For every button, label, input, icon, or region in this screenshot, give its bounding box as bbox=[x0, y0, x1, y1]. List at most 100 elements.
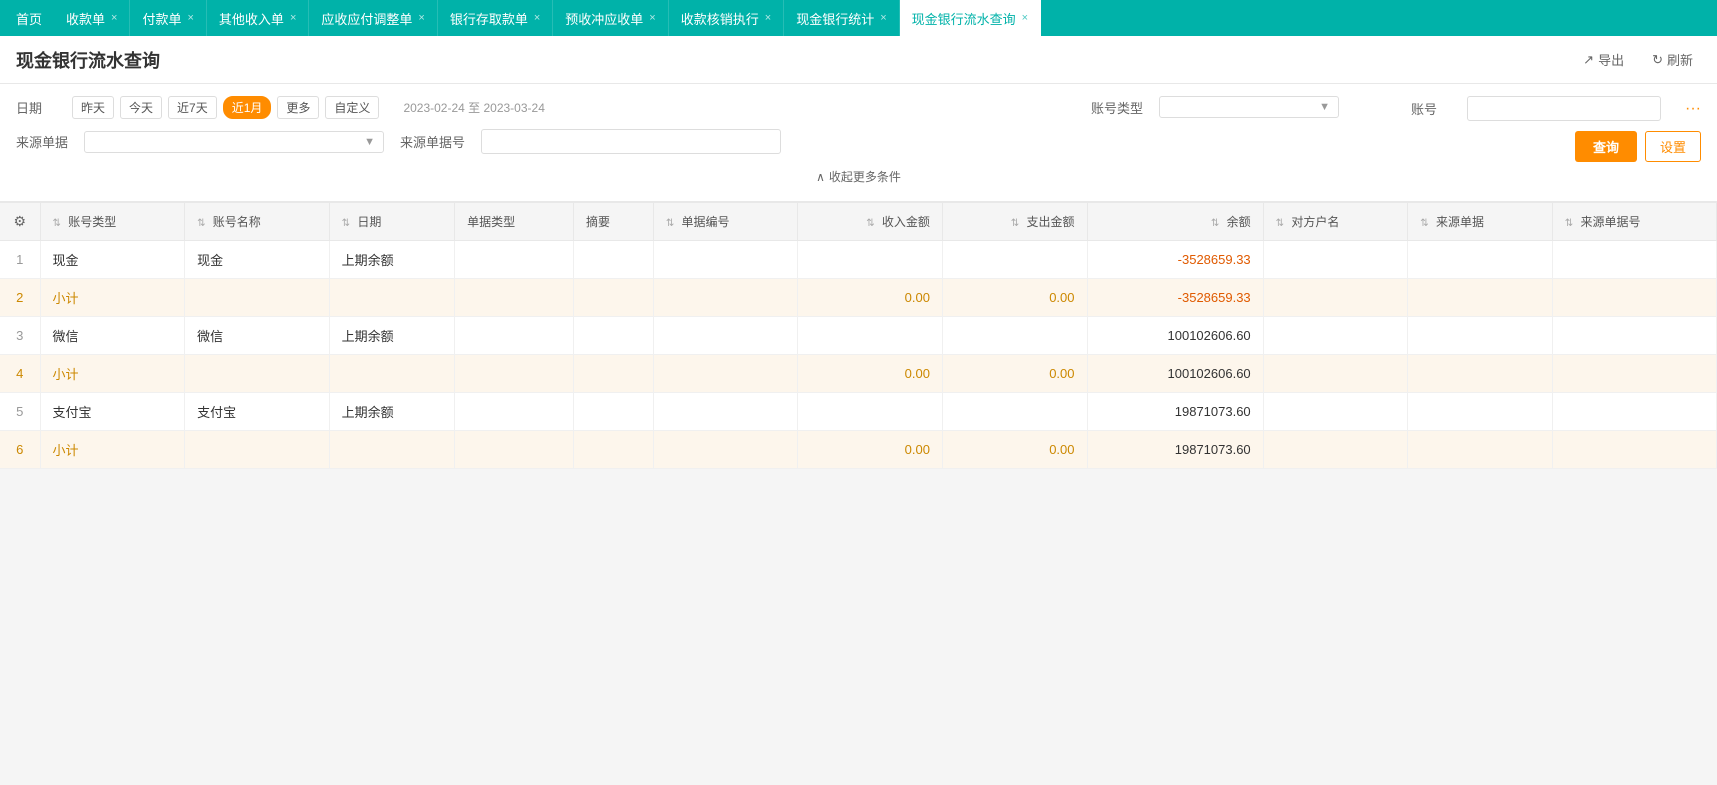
date-label: 日期 bbox=[16, 98, 56, 117]
cell-account-name: 支付宝 bbox=[185, 393, 330, 431]
collapse-row: ∧ 收起更多条件 bbox=[16, 162, 1701, 189]
settings-button[interactable]: 设置 bbox=[1645, 131, 1701, 162]
cell-income-amount bbox=[798, 317, 943, 355]
chevron-down-icon: ▼ bbox=[1319, 101, 1330, 113]
th-source-doc[interactable]: ⇅ 来源单据 bbox=[1408, 203, 1553, 241]
cell-income-amount bbox=[798, 241, 943, 279]
close-icon[interactable]: × bbox=[765, 12, 771, 24]
nav-tab-ysyftz[interactable]: 应收应付调整单 × bbox=[309, 0, 437, 36]
export-button[interactable]: ↗ 导出 bbox=[1575, 46, 1632, 73]
date-btn-1month[interactable]: 近1月 bbox=[223, 96, 272, 119]
date-btn-yesterday[interactable]: 昨天 bbox=[72, 96, 114, 119]
cell-source-doc-number bbox=[1552, 431, 1716, 469]
cell-index: 5 bbox=[0, 393, 40, 431]
th-account-type[interactable]: ⇅ 账号类型 bbox=[40, 203, 185, 241]
nav-tab-yhcqk[interactable]: 银行存取款单 × bbox=[438, 0, 553, 36]
date-btn-custom[interactable]: 自定义 bbox=[325, 96, 379, 119]
cell-date: 上期余额 bbox=[329, 317, 454, 355]
th-account-name[interactable]: ⇅ 账号名称 bbox=[185, 203, 330, 241]
cell-income-amount: 0.00 bbox=[798, 431, 943, 469]
account-more-button[interactable]: ··· bbox=[1685, 100, 1701, 118]
cell-counterpart-name bbox=[1263, 241, 1408, 279]
close-icon[interactable]: × bbox=[880, 12, 886, 24]
nav-tab-xjyhtj[interactable]: 现金银行统计 × bbox=[784, 0, 899, 36]
cell-account-type: 现金 bbox=[40, 241, 185, 279]
close-icon[interactable]: × bbox=[187, 12, 193, 24]
nav-tab-xjyhls[interactable]: 现金银行流水查询 × bbox=[900, 0, 1041, 36]
cell-counterpart-name bbox=[1263, 355, 1408, 393]
cell-income-amount bbox=[798, 393, 943, 431]
th-counterpart-name[interactable]: ⇅ 对方户名 bbox=[1263, 203, 1408, 241]
cell-source-doc-number bbox=[1552, 317, 1716, 355]
close-icon[interactable]: × bbox=[290, 12, 296, 24]
refresh-button[interactable]: ↻ 刷新 bbox=[1644, 46, 1701, 73]
cell-source-doc bbox=[1408, 279, 1553, 317]
date-btn-more[interactable]: 更多 bbox=[277, 96, 319, 119]
nav-tab-qtsr[interactable]: 其他收入单 × bbox=[207, 0, 309, 36]
cell-summary bbox=[573, 241, 653, 279]
cell-source-doc-number bbox=[1552, 393, 1716, 431]
th-doc-type[interactable]: 单据类型 bbox=[455, 203, 574, 241]
account-input[interactable] bbox=[1467, 96, 1661, 121]
table-row[interactable]: 2 小计 0.00 0.00 -3528659.33 bbox=[0, 279, 1717, 317]
th-doc-number[interactable]: ⇅ 单据编号 bbox=[653, 203, 798, 241]
source-doc-number-input[interactable] bbox=[481, 129, 781, 154]
cell-balance: 19871073.60 bbox=[1087, 393, 1263, 431]
nav-tab-yscys[interactable]: 预收冲应收单 × bbox=[553, 0, 668, 36]
cell-source-doc bbox=[1408, 241, 1553, 279]
close-icon[interactable]: × bbox=[1022, 12, 1028, 24]
nav-tab-shoukuan[interactable]: 收款单 × bbox=[54, 0, 130, 36]
nav-tab-khxs[interactable]: 收款核销执行 × bbox=[669, 0, 784, 36]
date-btn-7days[interactable]: 近7天 bbox=[168, 96, 217, 119]
header-actions: ↗ 导出 ↻ 刷新 bbox=[1575, 46, 1701, 73]
table-row[interactable]: 5 支付宝 支付宝 上期余额 19871073.60 bbox=[0, 393, 1717, 431]
cell-doc-type bbox=[455, 317, 574, 355]
th-summary[interactable]: 摘要 bbox=[573, 203, 653, 241]
source-doc-label: 来源单据 bbox=[16, 132, 68, 151]
cell-source-doc-number bbox=[1552, 279, 1716, 317]
th-gear[interactable]: ⚙ bbox=[0, 203, 40, 241]
nav-home[interactable]: 首页 bbox=[4, 0, 54, 36]
cell-account-name bbox=[185, 431, 330, 469]
query-button[interactable]: 查询 bbox=[1575, 131, 1637, 162]
cell-expense-amount: 0.00 bbox=[942, 431, 1087, 469]
table-row[interactable]: 4 小计 0.00 0.00 100102606.60 bbox=[0, 355, 1717, 393]
collapse-button[interactable]: ∧ 收起更多条件 bbox=[816, 168, 901, 185]
nav-tab-fukuan[interactable]: 付款单 × bbox=[130, 0, 206, 36]
close-icon[interactable]: × bbox=[418, 12, 424, 24]
th-date[interactable]: ⇅ 日期 bbox=[329, 203, 454, 241]
th-source-doc-number[interactable]: ⇅ 来源单据号 bbox=[1552, 203, 1716, 241]
data-table: ⚙ ⇅ 账号类型 ⇅ 账号名称 ⇅ 日期 单据类型 摘要 bbox=[0, 202, 1717, 469]
cell-doc-number bbox=[653, 241, 798, 279]
table-row[interactable]: 6 小计 0.00 0.00 19871073.60 bbox=[0, 431, 1717, 469]
cell-balance: 100102606.60 bbox=[1087, 355, 1263, 393]
page-title: 现金银行流水查询 bbox=[16, 47, 160, 73]
th-income-amount[interactable]: ⇅ 收入金额 bbox=[798, 203, 943, 241]
cell-date bbox=[329, 431, 454, 469]
th-expense-amount[interactable]: ⇅ 支出金额 bbox=[942, 203, 1087, 241]
cell-source-doc bbox=[1408, 431, 1553, 469]
date-btn-today[interactable]: 今天 bbox=[120, 96, 162, 119]
source-doc-select[interactable]: ▼ bbox=[84, 131, 384, 153]
cell-balance: 100102606.60 bbox=[1087, 317, 1263, 355]
table-row[interactable]: 1 现金 现金 上期余额 -3528659.33 bbox=[0, 241, 1717, 279]
gear-icon[interactable]: ⚙ bbox=[13, 213, 26, 229]
cell-summary bbox=[573, 393, 653, 431]
close-icon[interactable]: × bbox=[111, 12, 117, 24]
cell-source-doc bbox=[1408, 355, 1553, 393]
close-icon[interactable]: × bbox=[534, 12, 540, 24]
top-navigation: 首页 收款单 × 付款单 × 其他收入单 × 应收应付调整单 × 银行存取款单 … bbox=[0, 0, 1717, 36]
sort-arrows-icon: ⇅ bbox=[1276, 218, 1284, 229]
cell-expense-amount bbox=[942, 317, 1087, 355]
account-type-select[interactable]: ▼ bbox=[1159, 96, 1339, 118]
table-row[interactable]: 3 微信 微信 上期余额 100102606.60 bbox=[0, 317, 1717, 355]
cell-doc-number bbox=[653, 393, 798, 431]
cell-doc-type bbox=[455, 241, 574, 279]
source-filter-row: 来源单据 ▼ 来源单据号 bbox=[16, 129, 1071, 154]
cell-account-name bbox=[185, 355, 330, 393]
cell-account-type: 小计 bbox=[40, 431, 185, 469]
th-balance[interactable]: ⇅ 余额 bbox=[1087, 203, 1263, 241]
cell-expense-amount: 0.00 bbox=[942, 355, 1087, 393]
cell-index: 2 bbox=[0, 279, 40, 317]
close-icon[interactable]: × bbox=[649, 12, 655, 24]
